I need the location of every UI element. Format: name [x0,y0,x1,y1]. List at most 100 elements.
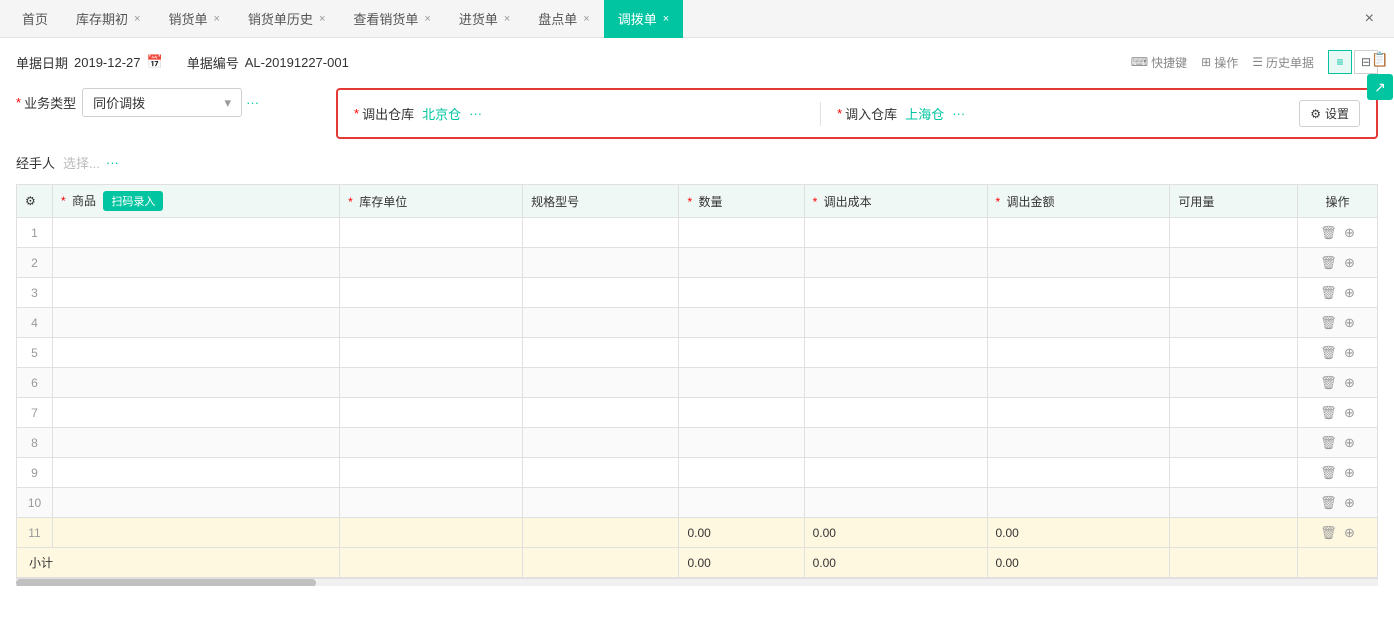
amount-cell-6[interactable] [987,368,1170,398]
qty-cell-2[interactable] [679,248,804,278]
goods-cell-8[interactable] [53,428,340,458]
goods-cell-1[interactable] [53,218,340,248]
amount-cell-2[interactable] [987,248,1170,278]
cost-cell-5[interactable] [804,338,987,368]
tab-sales-order-close[interactable]: × [213,13,219,25]
spec-cell-1[interactable] [523,218,679,248]
delete-btn-10[interactable]: 🗑 [1318,493,1339,513]
sidebar-expand-icon[interactable]: ↗ [1367,74,1393,100]
spec-cell-4[interactable] [523,308,679,338]
delete-btn-8[interactable]: 🗑 [1318,433,1339,453]
tab-transfer-close[interactable]: × [663,13,669,25]
goods-cell-6[interactable] [53,368,340,398]
cost-cell-7[interactable] [804,398,987,428]
goods-cell-10[interactable] [53,488,340,518]
unit-cell-8[interactable] [340,428,523,458]
tab-sales-history[interactable]: 销货单历史 × [234,0,339,38]
cost-cell-9[interactable] [804,458,987,488]
shortcut-action[interactable]: ⌨ 快捷键 [1131,54,1187,71]
goods-cell-3[interactable] [53,278,340,308]
delete-btn-1[interactable]: 🗑 [1318,223,1339,243]
unit-cell-1[interactable] [340,218,523,248]
goods-cell-9[interactable] [53,458,340,488]
delete-btn-5[interactable]: 🗑 [1318,343,1339,363]
unit-cell-5[interactable] [340,338,523,368]
unit-cell-4[interactable] [340,308,523,338]
cost-cell-3[interactable] [804,278,987,308]
spec-cell-8[interactable] [523,428,679,458]
amount-cell-7[interactable] [987,398,1170,428]
copy-btn-4[interactable]: ⊕ [1342,313,1357,333]
qty-cell-9[interactable] [679,458,804,488]
tab-view-sales-close[interactable]: × [424,13,430,25]
sidebar-note-icon[interactable]: 📋 [1367,46,1393,72]
close-window-button[interactable]: × [1353,10,1386,28]
qty-cell-5[interactable] [679,338,804,368]
list-view-button[interactable]: ≡ [1328,50,1352,74]
horizontal-scrollbar[interactable] [16,578,1378,586]
history-action[interactable]: ☰ 历史单据 [1252,54,1314,71]
delete-btn-3[interactable]: 🗑 [1318,283,1339,303]
delete-btn-9[interactable]: 🗑 [1318,463,1339,483]
tab-view-sales[interactable]: 查看销货单 × [339,0,444,38]
amount-cell-10[interactable] [987,488,1170,518]
amount-cell-1[interactable] [987,218,1170,248]
delete-btn-7[interactable]: 🗑 [1318,403,1339,423]
spec-cell-3[interactable] [523,278,679,308]
tab-sales-order[interactable]: 销货单 × [154,0,233,38]
delete-btn-11[interactable]: 🗑 [1318,523,1339,543]
delete-btn-6[interactable]: 🗑 [1318,373,1339,393]
tab-transfer[interactable]: 调拨单 × [604,0,683,38]
qty-cell-4[interactable] [679,308,804,338]
cost-cell-8[interactable] [804,428,987,458]
copy-btn-9[interactable]: ⊕ [1342,463,1357,483]
person-more[interactable]: ··· [106,155,119,170]
unit-cell-3[interactable] [340,278,523,308]
goods-cell-7[interactable] [53,398,340,428]
unit-cell-7[interactable] [340,398,523,428]
operation-action[interactable]: ⊞ 操作 [1201,54,1238,71]
out-warehouse-more[interactable]: ··· [469,106,482,121]
cost-cell-10[interactable] [804,488,987,518]
tab-inventory[interactable]: 盘点单 × [524,0,603,38]
cost-cell-2[interactable] [804,248,987,278]
amount-cell-5[interactable] [987,338,1170,368]
scroll-thumb[interactable] [16,579,316,586]
tab-home[interactable]: 首页 [8,0,62,38]
amount-cell-4[interactable] [987,308,1170,338]
calendar-icon[interactable]: 📅 [147,54,163,70]
biz-type-select[interactable]: 同价调拨 ▾ [82,88,242,117]
qty-cell-8[interactable] [679,428,804,458]
goods-cell-2[interactable] [53,248,340,278]
copy-btn-2[interactable]: ⊕ [1342,253,1357,273]
goods-cell-5[interactable] [53,338,340,368]
tab-purchase-close[interactable]: × [504,13,510,25]
qty-cell-3[interactable] [679,278,804,308]
scan-button[interactable]: 扫码录入 [103,191,163,211]
cost-cell-4[interactable] [804,308,987,338]
qty-cell-7[interactable] [679,398,804,428]
unit-cell-10[interactable] [340,488,523,518]
amount-cell-3[interactable] [987,278,1170,308]
unit-cell-6[interactable] [340,368,523,398]
amount-cell-9[interactable] [987,458,1170,488]
qty-cell-6[interactable] [679,368,804,398]
person-select[interactable]: 选择... [63,153,100,172]
spec-cell-5[interactable] [523,338,679,368]
copy-btn-6[interactable]: ⊕ [1342,373,1357,393]
spec-cell-9[interactable] [523,458,679,488]
tab-sales-history-close[interactable]: × [319,13,325,25]
copy-btn-7[interactable]: ⊕ [1342,403,1357,423]
spec-cell-2[interactable] [523,248,679,278]
copy-btn-11[interactable]: ⊕ [1342,523,1357,543]
unit-cell-2[interactable] [340,248,523,278]
tab-inventory-init[interactable]: 库存期初 × [62,0,154,38]
settings-icon[interactable]: ⚙ [25,194,36,208]
tab-inventory-close[interactable]: × [583,13,589,25]
spec-cell-7[interactable] [523,398,679,428]
tab-purchase[interactable]: 进货单 × [445,0,524,38]
warehouse-settings-button[interactable]: ⚙ 设置 [1299,100,1360,127]
copy-btn-8[interactable]: ⊕ [1342,433,1357,453]
copy-btn-1[interactable]: ⊕ [1342,223,1357,243]
delete-btn-2[interactable]: 🗑 [1318,253,1339,273]
